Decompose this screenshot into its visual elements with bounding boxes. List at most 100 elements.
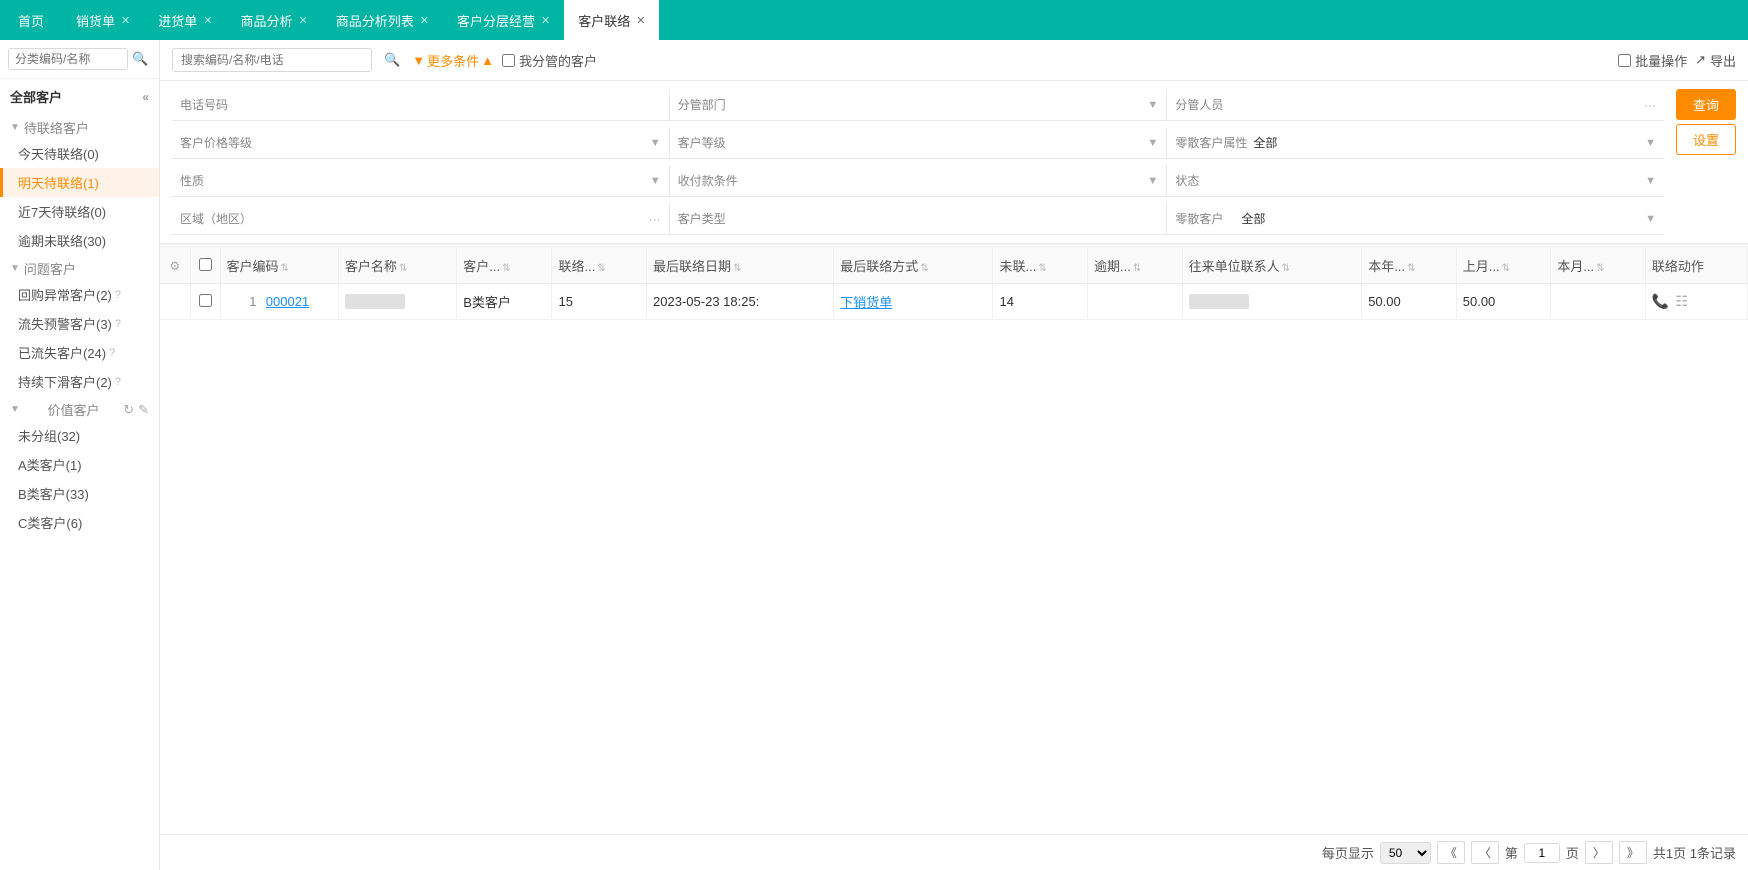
row-contact-count: 15 bbox=[558, 294, 572, 309]
sidebar-item-overdue-pending[interactable]: 逾期未联络(30) bbox=[0, 226, 159, 255]
person-dots[interactable]: ··· bbox=[1644, 98, 1656, 112]
help-icon-churned[interactable]: ? bbox=[109, 347, 115, 359]
sidebar-item-churn-warning[interactable]: 流失预警客户(3) ? bbox=[0, 309, 159, 338]
sidebar: 🔍 全部客户 « 待联络客户 今天待联络(0) 明天待联络(1) 近7天待联络(… bbox=[0, 40, 160, 870]
nav-item-customer-tier[interactable]: 客户分层经营 ✕ bbox=[443, 0, 564, 40]
nav-item-product-analysis-list[interactable]: 商品分析列表 ✕ bbox=[322, 0, 443, 40]
grid-action-icon[interactable]: ☷ bbox=[1675, 293, 1688, 310]
retail-attr-label: 零散客户属性 bbox=[1175, 134, 1247, 151]
page-number-input[interactable] bbox=[1524, 843, 1560, 863]
nav-customer-contact-close[interactable]: ✕ bbox=[636, 14, 645, 27]
customer-grade-dropdown-icon[interactable]: ▼ bbox=[1147, 137, 1158, 149]
nav-product-list-label: 商品分析列表 bbox=[336, 11, 414, 30]
sidebar-item-tomorrow-pending[interactable]: 明天待联络(1) bbox=[0, 168, 159, 197]
price-grade-label: 客户价格等级 bbox=[180, 134, 252, 151]
select-all-checkbox[interactable] bbox=[199, 258, 212, 271]
person-label: 分管人员 bbox=[1175, 96, 1235, 113]
sidebar-item-churned[interactable]: 已流失客户(24) ? bbox=[0, 338, 159, 367]
row-last-date: 2023-05-23 18:25: bbox=[653, 294, 759, 309]
row-gear bbox=[160, 284, 190, 320]
row-last-method[interactable]: 下销货单 bbox=[840, 295, 892, 310]
filter-cell-customer-grade: 客户等级 ▼ bbox=[670, 127, 1167, 159]
value-edit-icon[interactable]: ✎ bbox=[138, 402, 149, 418]
sidebar-all-customers[interactable]: 全部客户 « bbox=[0, 79, 159, 114]
sidebar-item-a-class[interactable]: A类客户(1) bbox=[0, 450, 159, 479]
nav-item-home[interactable]: 首页 bbox=[0, 0, 62, 40]
phone-action-icon[interactable]: 📞 bbox=[1652, 293, 1669, 310]
bulk-ops-checkbox[interactable] bbox=[1618, 54, 1631, 67]
more-conditions-btn[interactable]: ▼ 更多条件 ▲ bbox=[412, 51, 494, 70]
nav-customer-tier-close[interactable]: ✕ bbox=[541, 14, 550, 27]
phone-label: 电话号码 bbox=[180, 96, 240, 113]
sort-this-month-icon[interactable]: ⇅ bbox=[1596, 263, 1604, 274]
filter-cell-region: 区域（地区） ··· bbox=[172, 203, 669, 235]
sort-date-icon[interactable]: ⇅ bbox=[733, 263, 741, 274]
sidebar-item-repurchase-abnormal[interactable]: 回购异常客户(2) ? bbox=[0, 280, 159, 309]
retail-attr-dropdown-icon[interactable]: ▼ bbox=[1645, 137, 1656, 149]
filter-row-2: 客户价格等级 ▼ 客户等级 ▼ 零散客户属性 bbox=[172, 127, 1664, 159]
prev-page-btn[interactable]: 〈 bbox=[1471, 841, 1499, 864]
retail-customer-label: 零散客户 bbox=[1175, 210, 1235, 227]
next-page-btn[interactable]: 〉 bbox=[1585, 841, 1613, 864]
sort-type-icon[interactable]: ⇅ bbox=[502, 263, 510, 274]
nav-product-analysis-close[interactable]: ✕ bbox=[299, 14, 308, 27]
sidebar-item-declining[interactable]: 持续下滑客户(2) ? bbox=[0, 367, 159, 396]
export-btn[interactable]: ↗ 导出 bbox=[1695, 51, 1736, 70]
sidebar-item-7day-pending[interactable]: 近7天待联络(0) bbox=[0, 197, 159, 226]
payment-dropdown-icon[interactable]: ▼ bbox=[1147, 175, 1158, 187]
help-icon-repurchase[interactable]: ? bbox=[115, 289, 121, 301]
sort-method-icon[interactable]: ⇅ bbox=[920, 263, 928, 274]
th-gear[interactable]: ⚙ bbox=[160, 248, 190, 284]
nav-sales-close[interactable]: ✕ bbox=[121, 14, 130, 27]
settings-button[interactable]: 设置 bbox=[1676, 124, 1736, 155]
sidebar-search-input[interactable] bbox=[8, 48, 128, 70]
search-input[interactable] bbox=[172, 48, 372, 72]
row-checkbox[interactable] bbox=[199, 294, 212, 307]
region-dots[interactable]: ··· bbox=[649, 212, 661, 226]
price-grade-dropdown-icon[interactable]: ▼ bbox=[650, 137, 661, 149]
search-button[interactable]: 🔍 bbox=[380, 52, 404, 68]
row-type-cell: B类客户 bbox=[457, 284, 552, 320]
filter-cell-phone: 电话号码 bbox=[172, 89, 669, 121]
nav-product-list-close[interactable]: ✕ bbox=[420, 14, 429, 27]
row-code[interactable]: 000021 bbox=[266, 294, 309, 309]
bulk-ops-btn[interactable]: 批量操作 bbox=[1618, 51, 1687, 70]
sort-last-month-icon[interactable]: ⇅ bbox=[1502, 263, 1510, 274]
nature-dropdown-icon[interactable]: ▼ bbox=[650, 175, 661, 187]
nav-item-sales[interactable]: 销货单 ✕ bbox=[62, 0, 144, 40]
sort-unlinkd-icon[interactable]: ⇅ bbox=[1038, 263, 1046, 274]
dept-dropdown-icon[interactable]: ▼ bbox=[1147, 99, 1158, 111]
my-customers-checkbox[interactable] bbox=[502, 54, 515, 67]
sidebar-item-today-pending[interactable]: 今天待联络(0) bbox=[0, 139, 159, 168]
retail-customer-dropdown-icon[interactable]: ▼ bbox=[1645, 213, 1656, 225]
customers-table: ⚙ 客户编码⇅ 客户名称⇅ 客户...⇅ 联络...⇅ 最后联络日期⇅ 最后联络… bbox=[160, 248, 1748, 320]
sidebar-item-ungrouped[interactable]: 未分组(32) bbox=[0, 421, 159, 450]
sidebar-search-icon[interactable]: 🔍 bbox=[132, 51, 148, 67]
retail-attr-value[interactable]: 全部 bbox=[1253, 134, 1639, 151]
last-page-btn[interactable]: 》 bbox=[1619, 841, 1647, 864]
advanced-filter-panel: 电话号码 分管部门 ▼ 分管人员 ··· bbox=[160, 81, 1748, 244]
help-icon-churn-warning[interactable]: ? bbox=[115, 318, 121, 330]
sort-code-icon[interactable]: ⇅ bbox=[281, 263, 289, 274]
value-refresh-icon[interactable]: ↻ bbox=[123, 402, 134, 418]
my-customers-checkbox-label[interactable]: 我分管的客户 bbox=[502, 51, 597, 70]
th-this-year: 本年...⇅ bbox=[1362, 248, 1457, 284]
help-icon-declining[interactable]: ? bbox=[115, 376, 121, 388]
nav-item-product-analysis[interactable]: 商品分析 ✕ bbox=[226, 0, 321, 40]
sort-name-icon[interactable]: ⇅ bbox=[399, 263, 407, 274]
first-page-btn[interactable]: 《 bbox=[1437, 841, 1465, 864]
row-action-icons: 📞 ☷ bbox=[1652, 293, 1741, 310]
sort-this-year-icon[interactable]: ⇅ bbox=[1407, 263, 1415, 274]
sidebar-item-c-class[interactable]: C类客户(6) bbox=[0, 508, 159, 537]
nav-purchase-close[interactable]: ✕ bbox=[203, 14, 212, 27]
sort-contact-icon[interactable]: ⇅ bbox=[597, 263, 605, 274]
sort-overdue-icon[interactable]: ⇅ bbox=[1133, 263, 1141, 274]
sort-person-icon[interactable]: ⇅ bbox=[1282, 263, 1290, 274]
nav-item-customer-contact[interactable]: 客户联络 ✕ bbox=[564, 0, 659, 40]
query-button[interactable]: 查询 bbox=[1676, 89, 1736, 120]
retail-customer-value[interactable]: 全部 bbox=[1241, 210, 1639, 227]
nav-item-purchase[interactable]: 进货单 ✕ bbox=[144, 0, 226, 40]
per-page-select[interactable]: 50 100 200 bbox=[1380, 842, 1431, 864]
sidebar-item-b-class[interactable]: B类客户(33) bbox=[0, 479, 159, 508]
status-dropdown-icon[interactable]: ▼ bbox=[1645, 175, 1656, 187]
